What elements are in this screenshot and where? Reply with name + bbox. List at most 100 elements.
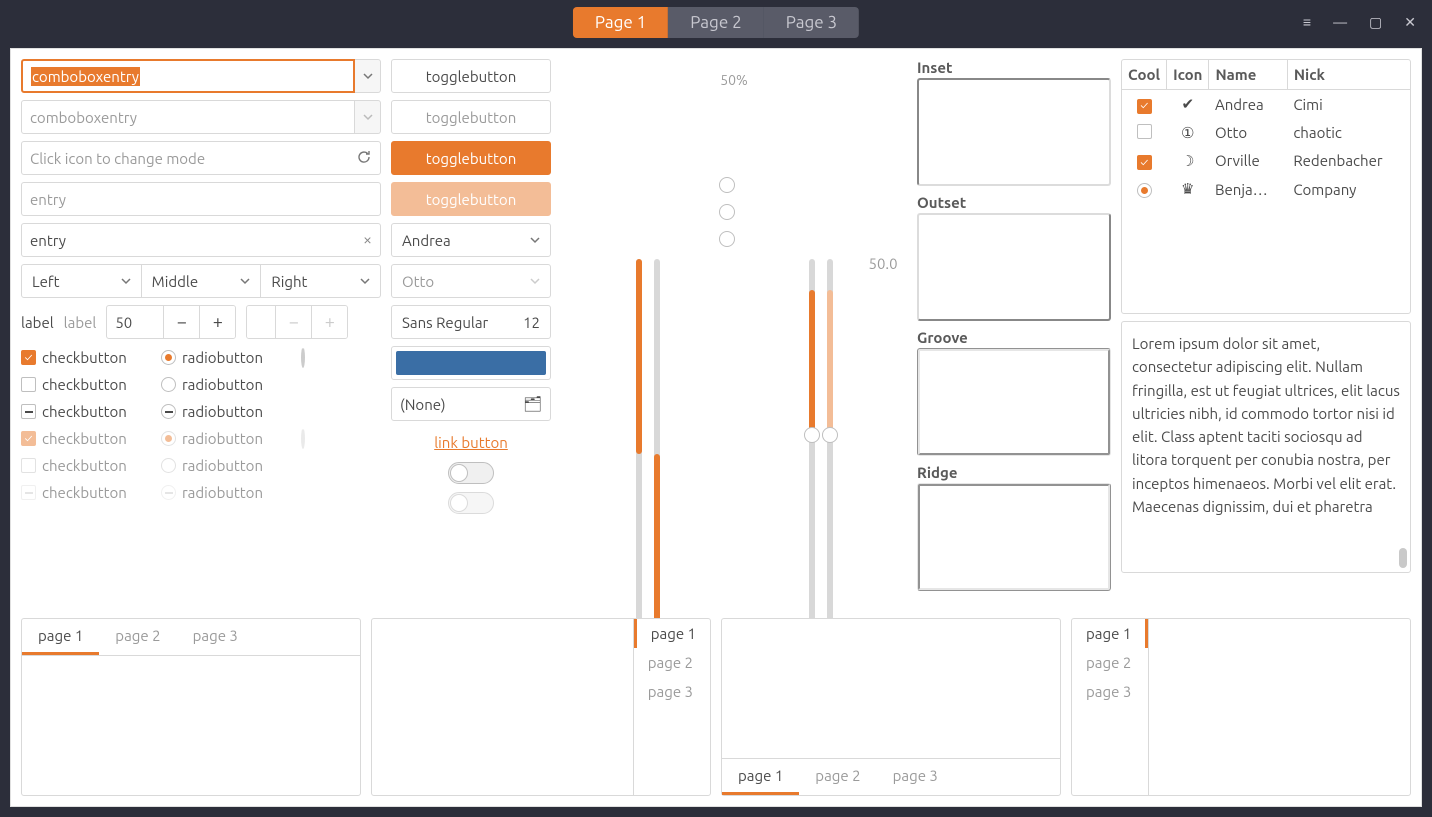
nb-tab-page2[interactable]: page 2 (1072, 648, 1148, 677)
frame-ridge (917, 483, 1111, 591)
checkbutton-unchecked[interactable]: checkbutton (21, 376, 161, 393)
notebook-tabs-right: page 1 page 2 page 3 (371, 618, 711, 796)
combobox-entry-disabled: comboboxentry (21, 100, 381, 134)
header-bar: Page 1 Page 2 Page 3 ≡ — ▢ ✕ (0, 0, 1432, 44)
tree-view[interactable]: Cool Icon Name Nick ✓ ✔ AndreaCimi ① Ott… (1121, 59, 1411, 314)
spin-button[interactable]: 50 − + (106, 305, 236, 339)
spinner-icon-disabled (301, 428, 305, 449)
link-button[interactable]: link button (391, 434, 551, 451)
notebook-tabs-left: page 1 page 2 page 3 (1071, 618, 1411, 796)
spinner-icon (301, 347, 305, 368)
vscale-left-a[interactable] (636, 259, 642, 649)
combobox-entry-focused[interactable]: comboboxentry (21, 59, 381, 93)
tree-row[interactable]: ✓ ☽ OrvilleRedenbacher (1122, 147, 1410, 176)
tree-row[interactable]: ♛ Benja…Company (1122, 175, 1410, 203)
frame-label-inset: Inset (917, 59, 1111, 76)
frame-label-groove: Groove (917, 329, 1111, 346)
nb-tab-page1[interactable]: page 1 (1072, 619, 1148, 648)
close-button[interactable]: ✕ (1404, 14, 1416, 31)
vscale-right-b[interactable] (827, 259, 833, 649)
client-area: comboboxentry comboboxentry Click icon t… (10, 48, 1422, 807)
segment-left[interactable]: Left (21, 264, 142, 298)
spin-minus-button[interactable]: − (163, 306, 199, 338)
lorem-text: Lorem ipsum dolor sit amet, consectetur … (1132, 335, 1400, 515)
header-tab-page2[interactable]: Page 2 (668, 7, 763, 38)
refresh-icon[interactable] (356, 149, 372, 168)
column-tree-text: Cool Icon Name Nick ✓ ✔ AndreaCimi ① Ott… (1121, 59, 1411, 606)
togglebutton-active-disabled: togglebutton (391, 182, 551, 216)
togglebutton-disabled: togglebutton (391, 100, 551, 134)
frame-outset (917, 213, 1111, 321)
row-check-icon[interactable]: ✓ (1137, 155, 1152, 170)
frame-label-ridge: Ridge (917, 464, 1111, 481)
nb-tab-page1[interactable]: page 1 (22, 619, 99, 655)
nb-tab-page2[interactable]: page 2 (634, 648, 710, 677)
nb-tab-page1[interactable]: page 1 (722, 759, 799, 795)
nb-tab-page1[interactable]: page 1 (634, 619, 710, 648)
combobox-dropdown-icon[interactable] (355, 59, 381, 93)
radiobutton-checked-disabled: radiobutton (161, 430, 301, 447)
checkbutton-mixed[interactable]: checkbutton (21, 403, 161, 420)
color-swatch (396, 351, 546, 375)
minimize-button[interactable]: — (1333, 14, 1347, 30)
radiobutton-unchecked[interactable]: radiobutton (161, 376, 301, 393)
segment-right[interactable]: Right (261, 264, 381, 298)
header-tab-page1[interactable]: Page 1 (573, 7, 668, 38)
vscale-group-right: 50.0 (809, 259, 833, 649)
tree-row[interactable]: ① Ottochaotic (1122, 119, 1410, 147)
tree-row[interactable]: ✓ ✔ AndreaCimi (1122, 90, 1410, 119)
moon-icon: ☽ (1167, 147, 1209, 176)
color-button[interactable] (391, 346, 551, 380)
entry-with-clear[interactable]: entry × (21, 223, 381, 257)
text-view[interactable]: Lorem ipsum dolor sit amet, consectetur … (1121, 321, 1411, 573)
togglebutton-normal[interactable]: togglebutton (391, 59, 551, 93)
font-button[interactable]: Sans Regular12 (391, 305, 551, 339)
segment-middle[interactable]: Middle (142, 264, 262, 298)
nb-tab-page2[interactable]: page 2 (99, 619, 176, 655)
column-buttons: togglebutton togglebutton togglebutton t… (391, 59, 551, 606)
nb-tab-page2[interactable]: page 2 (799, 759, 876, 795)
togglebutton-active[interactable]: togglebutton (391, 141, 551, 175)
tree-col-nick[interactable]: Nick (1287, 60, 1410, 90)
vscale-value-label: 50.0 (869, 255, 898, 272)
row-check-icon[interactable] (1137, 124, 1152, 139)
radiobutton-checked[interactable]: radiobutton (161, 349, 301, 366)
scrollbar-thumb[interactable] (1399, 548, 1407, 568)
checkbutton-checked[interactable]: ✓checkbutton (21, 349, 161, 366)
checkbutton-checked-disabled: ✓checkbutton (21, 430, 161, 447)
tree-col-icon[interactable]: Icon (1167, 60, 1209, 90)
linked-combo-buttons: Left Middle Right (21, 264, 381, 298)
column-scales: 50% 50.0 (561, 59, 907, 606)
alert-circle-icon: ① (1167, 119, 1209, 147)
nb-tab-page3[interactable]: page 3 (177, 619, 254, 655)
nb-tab-page3[interactable]: page 3 (634, 677, 710, 706)
progress-label: 50% (561, 72, 907, 88)
static-label: label (21, 314, 54, 331)
nb-tab-page3[interactable]: page 3 (877, 759, 954, 795)
maximize-button[interactable]: ▢ (1369, 14, 1382, 31)
vscale-right-a[interactable] (809, 259, 815, 649)
mode-entry[interactable]: Click icon to change mode (21, 141, 381, 175)
vscale-left-b[interactable] (654, 259, 660, 649)
combobox-andrea[interactable]: Andrea (391, 223, 551, 257)
switch-off[interactable] (448, 462, 494, 484)
header-tab-page3[interactable]: Page 3 (764, 7, 859, 38)
window-controls: ≡ — ▢ ✕ (1287, 0, 1432, 44)
clear-icon[interactable]: × (363, 231, 372, 249)
placeholder-entry[interactable]: entry (21, 182, 381, 216)
row-check-icon[interactable]: ✓ (1137, 99, 1152, 114)
header-stack-switcher: Page 1 Page 2 Page 3 (573, 7, 859, 38)
vscale-group-left (636, 259, 660, 649)
row-radio-icon[interactable] (1137, 183, 1152, 198)
combobox-dropdown-icon (355, 100, 381, 134)
column-frames: Inset Outset Groove Ridge (917, 59, 1111, 606)
radiobutton-mixed[interactable]: radiobutton (161, 403, 301, 420)
spin-plus-button[interactable]: + (199, 306, 235, 338)
checkbutton-unchecked-disabled: checkbutton (21, 457, 161, 474)
check-radio-grid: ✓checkbutton radiobutton checkbutton rad… (21, 349, 381, 501)
tree-col-name[interactable]: Name (1209, 60, 1287, 90)
tree-col-cool[interactable]: Cool (1122, 60, 1167, 90)
hamburger-icon[interactable]: ≡ (1303, 14, 1311, 30)
file-chooser-button[interactable]: (None)🗂 (391, 387, 551, 421)
nb-tab-page3[interactable]: page 3 (1072, 677, 1148, 706)
